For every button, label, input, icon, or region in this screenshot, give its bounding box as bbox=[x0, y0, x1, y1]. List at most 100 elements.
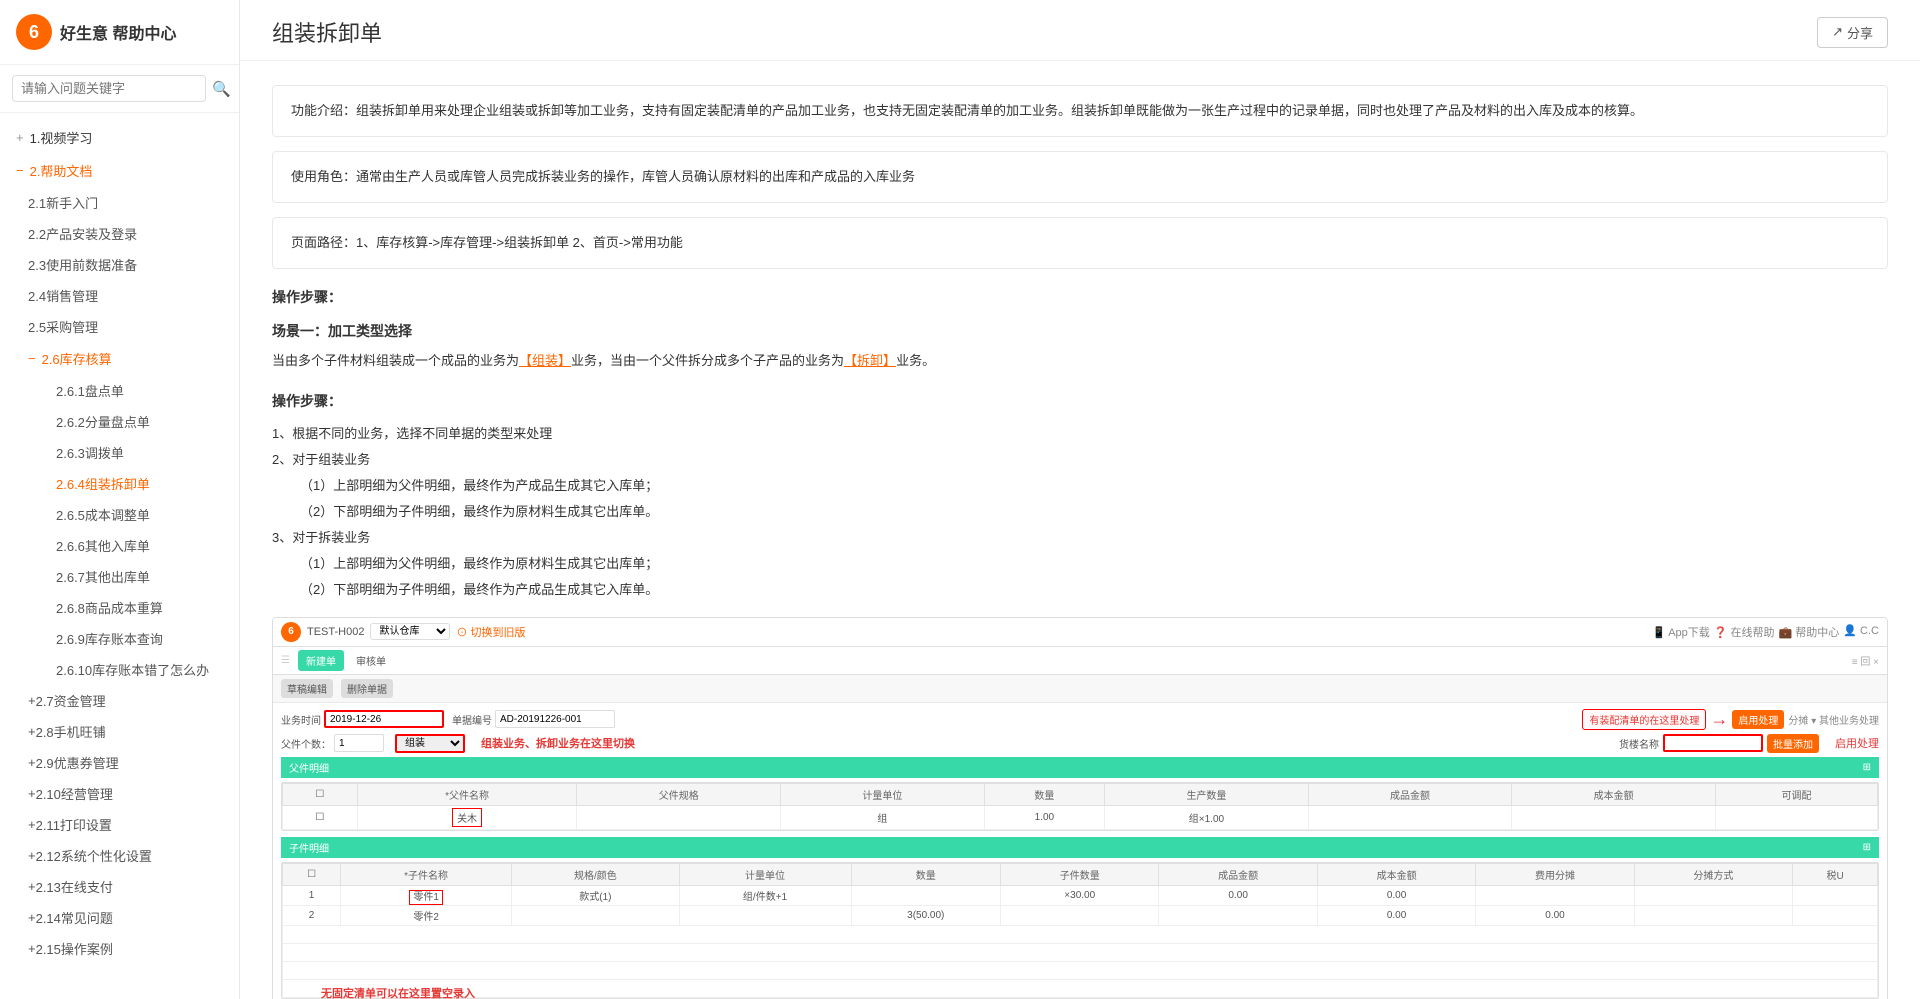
annotation-batch: 启用处理 bbox=[1835, 738, 1879, 750]
sidebar-item-211[interactable]: + 2.11打印设置 bbox=[28, 809, 239, 840]
sidebar-item-21[interactable]: 2.1新手入门 bbox=[28, 187, 239, 218]
minus-icon: − bbox=[16, 163, 24, 178]
sidebar-label-26: 2.6库存核算 bbox=[42, 349, 112, 368]
sim-lower-th-2: 规格/颜色 bbox=[512, 863, 679, 885]
step2-sub2: （2）下部明细为子件明细，最终作为原材料生成其它出库单。 bbox=[300, 499, 1888, 525]
sim-upper-row1-prod-amt bbox=[1308, 805, 1512, 829]
path-text: 页面路径：1、库存核算->库存管理->组装拆卸单 2、首页->常用功能 bbox=[291, 232, 1869, 254]
sim-lower-row-6 bbox=[283, 979, 1878, 997]
sidebar-item-29[interactable]: + 2.9优惠券管理 bbox=[28, 747, 239, 778]
sim-bill-input[interactable] bbox=[495, 710, 615, 728]
sim-nav-icon: ☰ bbox=[281, 655, 290, 666]
sim-lower-table-container: ☐ *子件名称 规格/颜色 计量单位 数量 子件数量 成品金额 成本金额 费用分 bbox=[281, 862, 1879, 999]
sidebar-item-24[interactable]: 2.4销售管理 bbox=[28, 280, 239, 311]
sim-company-select[interactable]: 默认仓库 bbox=[370, 623, 450, 640]
sim-lower-icon: ⊞ bbox=[1863, 842, 1871, 853]
sim-window: 6 TEST-H002 默认仓库 ⊙ 切换到旧版 📱 App下载 ❓ 在线帮助 … bbox=[273, 618, 1887, 999]
main-header: 组装拆卸单 ↗ 分享 bbox=[240, 0, 1920, 61]
sim-tab-new[interactable]: 新建单 bbox=[298, 650, 344, 671]
sim-lower-th-check: ☐ bbox=[283, 863, 341, 885]
sidebar-item-23[interactable]: 2.3使用前数据准备 bbox=[28, 249, 239, 280]
sim-date-input[interactable] bbox=[324, 710, 444, 728]
sim-more-icon: ≡ 回 × bbox=[1852, 653, 1879, 668]
sidebar-item-215[interactable]: + 2.15操作案例 bbox=[28, 933, 239, 964]
step3-sub1: （1）上部明细为父件明细，最终作为原材料生成其它出库单； bbox=[300, 551, 1888, 577]
sidebar-item-213[interactable]: + 2.13在线支付 bbox=[28, 871, 239, 902]
share-button[interactable]: ↗ 分享 bbox=[1817, 17, 1888, 48]
sidebar-item-268[interactable]: 2.6.8商品成本重算 bbox=[56, 592, 239, 623]
sim-upper-th-1: *父件名称 bbox=[357, 783, 577, 805]
sim-form-row1: 业务时间 单据编号 有装配清单的在这里处理 → bbox=[281, 709, 1879, 730]
sidebar-item-22[interactable]: 2.2产品安装及登录 bbox=[28, 218, 239, 249]
sidebar-item-26[interactable]: − 2.6库存核算 bbox=[28, 342, 239, 375]
sim-upper-row1-spec bbox=[577, 805, 781, 829]
plus-icon-28: + bbox=[28, 724, 36, 739]
page-title: 组装拆卸单 bbox=[272, 16, 382, 48]
sidebar-item-docs[interactable]: − 2.帮助文档 bbox=[0, 154, 239, 187]
sidebar-item-25[interactable]: 2.5采购管理 bbox=[28, 311, 239, 342]
sim-count-input[interactable] bbox=[334, 734, 384, 752]
sidebar-item-262[interactable]: 2.6.2分量盘点单 bbox=[56, 406, 239, 437]
sim-topbar: 6 TEST-H002 默认仓库 ⊙ 切换到旧版 📱 App下载 ❓ 在线帮助 … bbox=[273, 618, 1887, 647]
sidebar-item-267[interactable]: 2.6.7其他出库单 bbox=[56, 561, 239, 592]
sim-count-label: 父件个数： bbox=[281, 736, 331, 751]
sim-search-input[interactable] bbox=[1663, 734, 1763, 752]
sim-upper-row1-check: ☐ bbox=[283, 805, 358, 829]
parent-name-input[interactable]: 关木 bbox=[452, 808, 482, 827]
sim-upper-th-5: 生产数量 bbox=[1105, 783, 1309, 805]
sidebar: 6 好生意 帮助中心 🔍 + 1.视频学习 − 2.帮助文档 2.1新手入门 2… bbox=[0, 0, 240, 999]
sidebar-item-266[interactable]: 2.6.6其他入库单 bbox=[56, 530, 239, 561]
sim-upper-th-6: 成品金额 bbox=[1308, 783, 1512, 805]
plus-icon: + bbox=[16, 130, 24, 145]
link-disassembly[interactable]: 【拆卸】 bbox=[844, 353, 896, 368]
arrow-right-icon: → bbox=[1710, 709, 1728, 730]
annotation-assembly: 组装业务、拆卸业务在这里切换 bbox=[481, 735, 635, 751]
sim-upper-row1-cost-amt bbox=[1512, 805, 1716, 829]
search-input[interactable] bbox=[12, 75, 206, 102]
sim-logo: 6 bbox=[281, 622, 301, 642]
sim-bill-field: 单据编号 bbox=[452, 710, 615, 728]
sidebar-item-263[interactable]: 2.6.3调拨单 bbox=[56, 437, 239, 468]
sub-name1[interactable]: 零件1 bbox=[409, 890, 443, 905]
sidebar-item-28[interactable]: + 2.8手机旺铺 bbox=[28, 716, 239, 747]
intro-text-2: 使用角色：通常由生产人员或库管人员完成拆装业务的操作，库管人员确认原材料的出库和… bbox=[291, 166, 1869, 188]
sim-type-wrapper: 组装 拆卸 bbox=[395, 734, 465, 753]
step2-sub1: （1）上部明细为父件明细，最终作为产成品生成其它入库单； bbox=[300, 473, 1888, 499]
plus-icon-213: + bbox=[28, 879, 36, 894]
plus-icon-210: + bbox=[28, 786, 36, 801]
plus-icon-212: + bbox=[28, 848, 36, 863]
sim-btn-edit[interactable]: 草稿编辑 bbox=[281, 679, 333, 698]
sim-sys-id: TEST-H002 bbox=[307, 626, 364, 638]
sim-btn-activate[interactable]: 启用处理 bbox=[1732, 710, 1784, 729]
app-logo-icon: 6 bbox=[16, 14, 52, 50]
sidebar-item-27[interactable]: + 2.7资金管理 bbox=[28, 685, 239, 716]
sim-upper-icon: ⊞ bbox=[1863, 762, 1871, 773]
sidebar-item-214[interactable]: + 2.14常见问题 bbox=[28, 902, 239, 933]
sidebar-item-video[interactable]: + 1.视频学习 bbox=[0, 121, 239, 154]
sidebar-item-2610[interactable]: 2.6.10库存账本错了怎么办 bbox=[56, 654, 239, 685]
sidebar-item-264[interactable]: 2.6.4组装拆卸单 bbox=[56, 468, 239, 499]
sim-type-select[interactable]: 组装 拆卸 bbox=[395, 734, 465, 753]
sim-user-icon: 👤 C.C bbox=[1843, 624, 1879, 640]
sim-btn-batch[interactable]: 批量添加 bbox=[1767, 734, 1819, 753]
sim-btn-delete[interactable]: 删除单据 bbox=[341, 679, 393, 698]
link-assembly[interactable]: 【组装】 bbox=[519, 353, 571, 368]
sim-count-field: 父件个数： bbox=[281, 734, 384, 752]
minus-icon-26: − bbox=[28, 351, 36, 366]
sidebar-item-261[interactable]: 2.6.1盘点单 bbox=[56, 375, 239, 406]
search-button[interactable]: 🔍 bbox=[212, 80, 231, 98]
path-block: 页面路径：1、库存核算->库存管理->组装拆卸单 2、首页->常用功能 bbox=[272, 217, 1888, 269]
sidebar-item-269[interactable]: 2.6.9库存账本查询 bbox=[56, 623, 239, 654]
sim-lower-row-3 bbox=[283, 925, 1878, 943]
nav-area: + 1.视频学习 − 2.帮助文档 2.1新手入门 2.2产品安装及登录 2.3… bbox=[0, 113, 239, 999]
search-area: 🔍 bbox=[0, 65, 239, 113]
plus-icon-27: + bbox=[28, 693, 36, 708]
sidebar-item-265[interactable]: 2.6.5成本调整单 bbox=[56, 499, 239, 530]
sidebar-item-212[interactable]: + 2.12系统个性化设置 bbox=[28, 840, 239, 871]
sim-tab-approved[interactable]: 审核单 bbox=[348, 650, 394, 671]
sim-batch-annotation: 启用处理 bbox=[1835, 735, 1879, 751]
sim-upper-th-7: 成本金额 bbox=[1512, 783, 1716, 805]
sim-upper-th-3: 计量单位 bbox=[781, 783, 985, 805]
sidebar-item-210[interactable]: + 2.10经营管理 bbox=[28, 778, 239, 809]
plus-icon-211: + bbox=[28, 817, 36, 832]
